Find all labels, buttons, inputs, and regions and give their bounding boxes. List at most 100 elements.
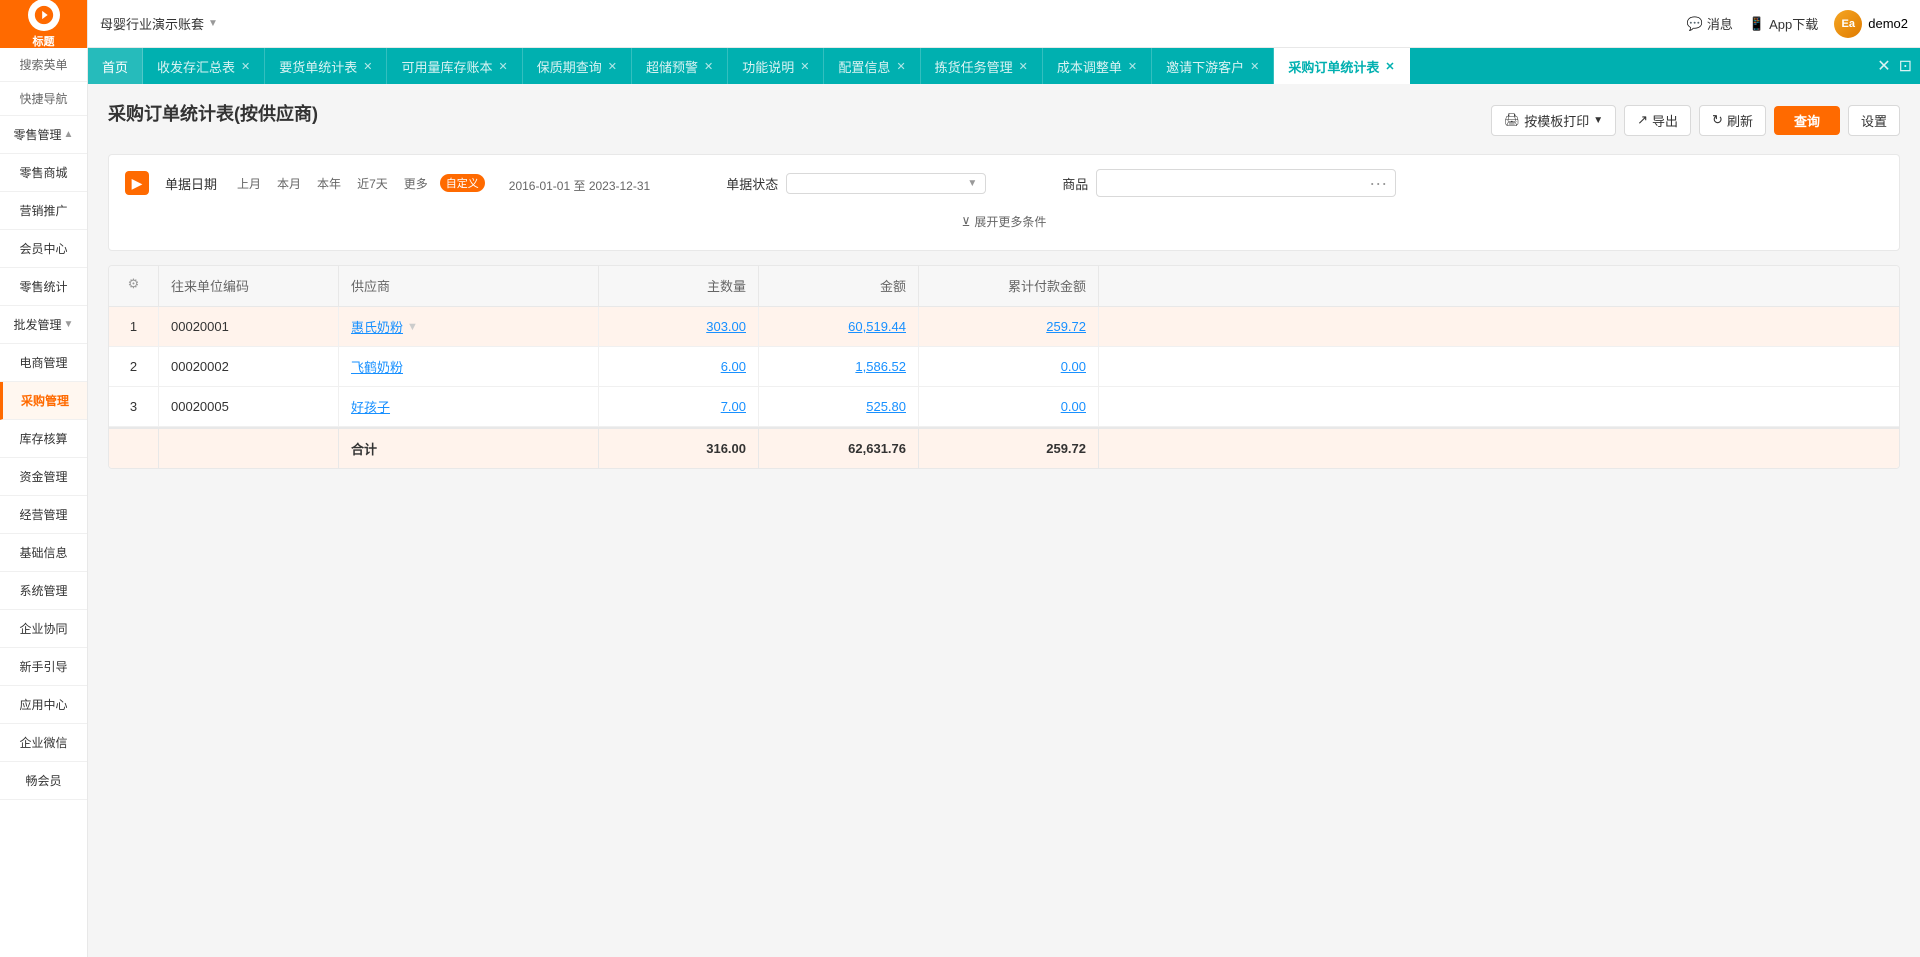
sidebar-item-basic[interactable]: 基础信息 [0,534,87,572]
supplier-link-1[interactable]: 惠氏奶粉 [351,317,403,336]
tab-config-label: 配置信息 [838,57,890,76]
tabbar-close-btn[interactable]: ✕ [1877,56,1890,76]
refresh-button[interactable]: ↻ 刷新 [1699,105,1766,136]
sidebar-item-retail-mall[interactable]: 零售商城 [0,154,87,192]
topbar-app-btn[interactable]: 📱 App下载 [1749,14,1818,33]
tab-config[interactable]: 配置信息 ✕ [824,48,920,84]
expand-more-btn[interactable]: ⊻ 展开更多条件 [962,207,1047,236]
tab-usable-close-icon[interactable]: ✕ [499,60,508,73]
tabbar: 首页 收发存汇总表 ✕ 要货单统计表 ✕ 可用量库存账本 ✕ 保质期查询 ✕ 超… [88,48,1920,84]
sidebar-item-vip[interactable]: 畅会员 [0,762,87,800]
td-supplier-3: 好孩子 [339,387,599,426]
gear-icon[interactable]: ⚙ [124,276,144,296]
td-paid-3: 0.00 [919,387,1099,426]
sidebar-item-marketing[interactable]: 营销推广 [0,192,87,230]
tab-usable[interactable]: 可用量库存账本 ✕ [387,48,522,84]
tab-collect-close-icon[interactable]: ✕ [241,60,250,73]
tab-demand-close-icon[interactable]: ✕ [363,60,372,73]
app-logo-text: 标题 [33,33,55,49]
sidebar-item-retail-stats[interactable]: 零售统计 [0,268,87,306]
date-option-last-month[interactable]: 上月 [233,173,265,194]
td-qty-2: 6.00 [599,347,759,386]
qty-link-2[interactable]: 6.00 [721,359,746,374]
refresh-icon: ↻ [1712,112,1723,128]
tab-quality-close-icon[interactable]: ✕ [608,60,617,73]
tab-collect[interactable]: 收发存汇总表 ✕ [143,48,265,84]
date-option-this-month[interactable]: 本月 [273,173,305,194]
sidebar-item-wechat[interactable]: 企业微信 [0,724,87,762]
tab-overflow[interactable]: 超储预警 ✕ [632,48,728,84]
supplier-link-3[interactable]: 好孩子 [351,397,390,416]
sidebar-item-system[interactable]: 系统管理 [0,572,87,610]
date-option-more[interactable]: 更多 [400,173,432,194]
tab-cost[interactable]: 成本调整单 ✕ [1043,48,1152,84]
paid-link-2[interactable]: 0.00 [1061,359,1086,374]
app-label: App下载 [1769,14,1818,33]
tab-invite-label: 邀请下游客户 [1166,57,1244,76]
sidebar-item-ecommerce[interactable]: 电商管理 [0,344,87,382]
topbar-right: 💬 消息 📱 App下载 Ea demo2 [1687,10,1908,38]
td-qty-3: 7.00 [599,387,759,426]
sidebar-item-retail[interactable]: 零售管理 ▲ [0,116,87,154]
date-option-this-year[interactable]: 本年 [313,173,345,194]
topbar-message-btn[interactable]: 💬 消息 [1687,14,1733,33]
tab-purchase-stats[interactable]: 采购订单统计表 ✕ [1274,48,1409,84]
goods-ellipsis-btn[interactable]: ··· [1369,174,1387,192]
qty-link-1[interactable]: 303.00 [706,319,746,334]
tab-home-label: 首页 [102,57,128,76]
sidebar-item-wholesale[interactable]: 批发管理 ▼ [0,306,87,344]
sidebar-item-purchase[interactable]: 采购管理 [0,382,87,420]
tab-quality[interactable]: 保质期查询 ✕ [523,48,632,84]
username-label: demo2 [1868,16,1908,31]
sidebar-item-finance[interactable]: 资金管理 [0,458,87,496]
td-amount-3: 525.80 [759,387,919,426]
tab-task-close-icon[interactable]: ✕ [1019,60,1028,73]
export-button[interactable]: ↗ 导出 [1624,105,1691,136]
tab-cost-close-icon[interactable]: ✕ [1128,60,1137,73]
date-option-7days[interactable]: 近7天 [353,173,392,194]
date-custom-tag[interactable]: 自定义 [440,174,485,192]
paid-link-3[interactable]: 0.00 [1061,399,1086,414]
amount-link-2[interactable]: 1,586.52 [855,359,906,374]
sidebar-item-shortcut[interactable]: 快捷导航 [0,82,87,116]
sidebar-item-search[interactable]: 搜索英单 [0,48,87,82]
topbar-suite-dropdown[interactable]: 母婴行业演示账套 ▼ [100,14,218,33]
settings-button[interactable]: 设置 [1848,105,1900,136]
tab-invite-close-icon[interactable]: ✕ [1250,60,1259,73]
status-select[interactable]: ▼ [786,173,986,194]
footer-label: 合计 [339,429,599,468]
tab-home[interactable]: 首页 [88,48,143,84]
date-filter-label: 单据日期 [165,174,217,193]
sidebar-item-member[interactable]: 会员中心 [0,230,87,268]
td-index-2: 2 [109,347,159,386]
qty-link-3[interactable]: 7.00 [721,399,746,414]
supplier-link-2[interactable]: 飞鹤奶粉 [351,357,403,376]
th-extra [1099,266,1899,306]
sidebar: 标题 搜索英单 快捷导航 零售管理 ▲ 零售商城 营销推广 会员中心 零售统计 … [0,0,88,957]
sidebar-item-appcenter[interactable]: 应用中心 [0,686,87,724]
paid-link-1[interactable]: 259.72 [1046,319,1086,334]
sidebar-item-stock[interactable]: 库存核算 [0,420,87,458]
tabbar-expand-btn[interactable]: ⊡ [1899,56,1912,76]
tab-task[interactable]: 拣货任务管理 ✕ [921,48,1043,84]
tab-invite[interactable]: 邀请下游客户 ✕ [1152,48,1274,84]
message-label: 消息 [1707,14,1733,33]
topbar-user[interactable]: Ea demo2 [1834,10,1908,38]
td-amount-2: 1,586.52 [759,347,919,386]
tab-purchase-stats-close-icon[interactable]: ✕ [1385,60,1394,73]
print-chevron-icon: ▼ [1593,115,1603,126]
sidebar-item-enterprise[interactable]: 企业协同 [0,610,87,648]
filter-toggle-btn[interactable]: ▶ [125,171,149,195]
tab-overflow-close-icon[interactable]: ✕ [704,60,713,73]
goods-input[interactable]: ··· [1096,169,1396,197]
tab-funchelp-close-icon[interactable]: ✕ [800,60,809,73]
tab-demand[interactable]: 要货单统计表 ✕ [265,48,387,84]
amount-link-1[interactable]: 60,519.44 [848,319,906,334]
sidebar-item-operation[interactable]: 经营管理 [0,496,87,534]
query-button[interactable]: 查询 [1774,106,1840,135]
sidebar-item-newguide[interactable]: 新手引导 [0,648,87,686]
amount-link-3[interactable]: 525.80 [866,399,906,414]
print-button[interactable]: 🖨 按模板打印 ▼ [1491,105,1616,136]
tab-config-close-icon[interactable]: ✕ [896,60,905,73]
tab-funchelp[interactable]: 功能说明 ✕ [728,48,824,84]
